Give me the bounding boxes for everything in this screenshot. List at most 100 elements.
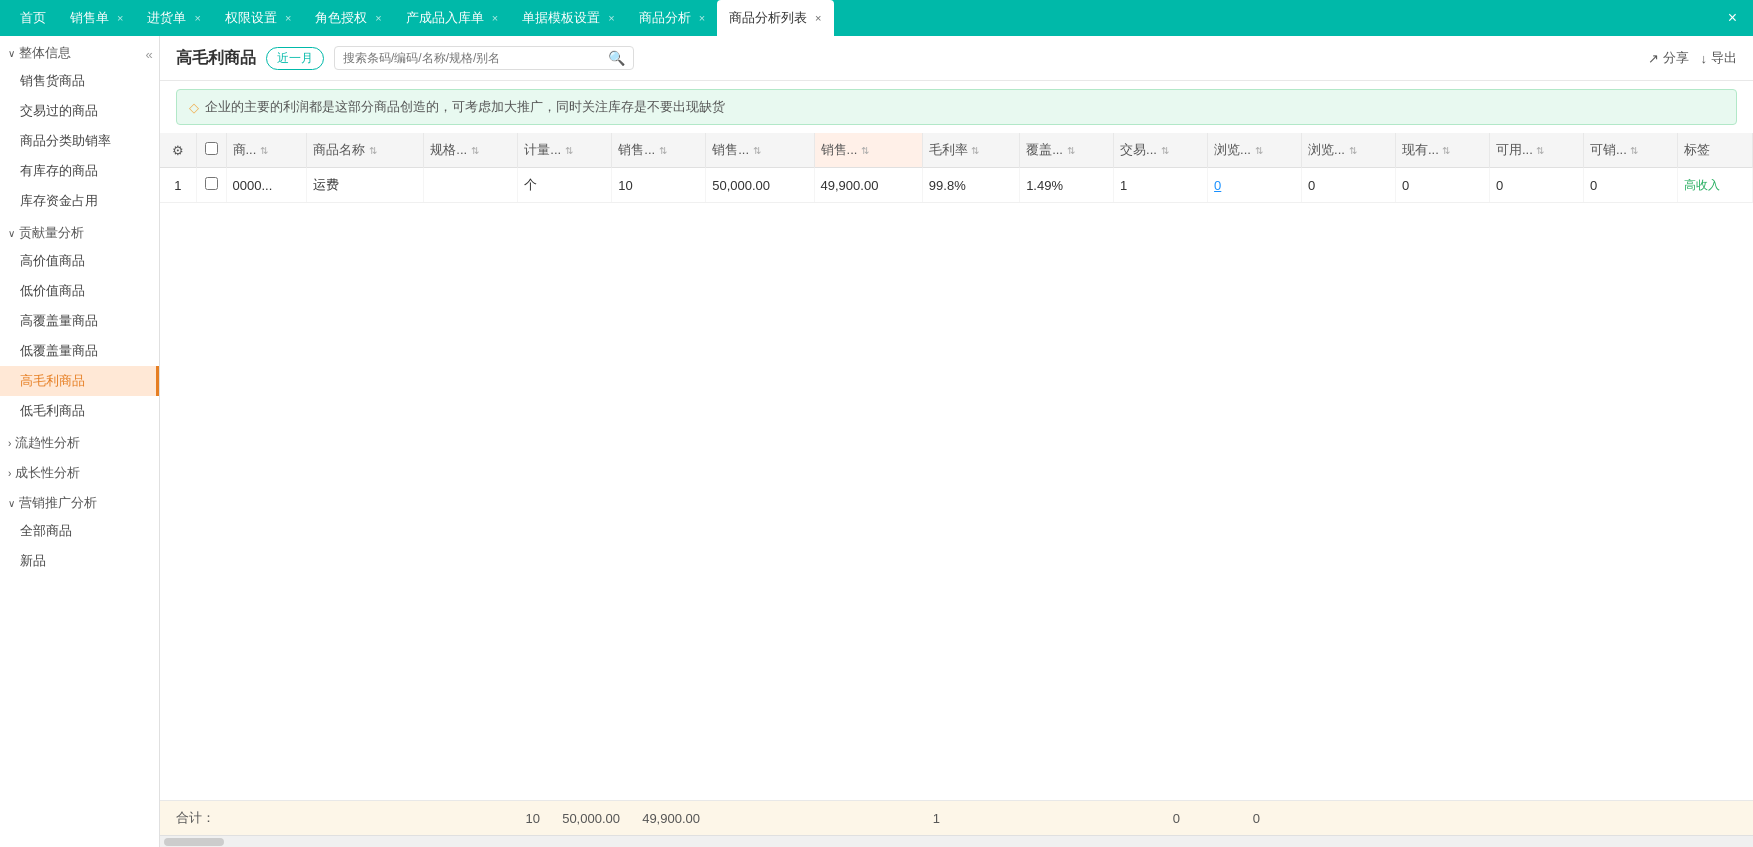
table-row: 1 0000... 运费 个 10 50,000.00 49,900.00 99… [160, 168, 1753, 203]
footer-transactions: 1 [866, 811, 946, 826]
sort-unit-icon: ⇅ [565, 145, 573, 156]
nav-permissions[interactable]: 权限设置 × [213, 0, 303, 36]
cell-sales-qty: 10 [612, 168, 706, 203]
share-icon: ↗ [1648, 51, 1659, 66]
group-contribution-arrow: ∨ [8, 228, 15, 239]
footer-stock-current: 0 [1106, 811, 1186, 826]
col-checkbox[interactable] [196, 133, 226, 168]
col-sales-profit[interactable]: 销售... ⇅ [814, 133, 922, 168]
cell-stock-available: 0 [1489, 168, 1583, 203]
col-settings[interactable]: ⚙ [160, 133, 196, 168]
group-overall-arrow: ∨ [8, 48, 15, 59]
sidebar-item-high-coverage[interactable]: 高覆盖量商品 [0, 306, 159, 336]
nav-sales-order[interactable]: 销售单 × [58, 0, 135, 36]
sidebar-group-trend[interactable]: › 流趋性分析 [0, 426, 159, 456]
sort-spec-icon: ⇅ [471, 145, 479, 156]
sidebar-item-low-margin[interactable]: 低毛利商品 [0, 396, 159, 426]
horizontal-scrollbar[interactable] [160, 835, 1753, 847]
filter-recent-month-button[interactable]: 近一月 [266, 47, 324, 70]
col-spec[interactable]: 规格... ⇅ [424, 133, 518, 168]
content-area: 高毛利商品 近一月 🔍 ↗ 分享 ↓ 导出 ◇ 企业的主要的利润都是这部分商品创… [160, 36, 1753, 847]
cell-checkbox[interactable] [196, 168, 226, 203]
nav-home[interactable]: 首页 [8, 0, 58, 36]
table-header-row: ⚙ 商... ⇅ 商品名称 ⇅ [160, 133, 1753, 168]
cell-spec [424, 168, 518, 203]
search-input[interactable] [343, 51, 608, 65]
nav-product-analysis[interactable]: 商品分析 × [627, 0, 717, 36]
export-button[interactable]: ↓ 导出 [1701, 49, 1738, 67]
col-name[interactable]: 商品名称 ⇅ [307, 133, 424, 168]
sidebar-group-overall[interactable]: ∨ 整体信息 [0, 36, 159, 66]
sidebar-item-low-coverage[interactable]: 低覆盖量商品 [0, 336, 159, 366]
close-product-analysis[interactable]: × [699, 12, 705, 24]
sort-code-icon: ⇅ [260, 145, 268, 156]
col-sales-qty[interactable]: 销售... ⇅ [612, 133, 706, 168]
sidebar-item-category-rate[interactable]: 商品分类助销率 [0, 126, 159, 156]
data-table-container[interactable]: ⚙ 商... ⇅ 商品名称 ⇅ [160, 133, 1753, 800]
footer-label: 合计： [176, 809, 226, 827]
footer-sales-qty: 10 [466, 811, 546, 826]
col-gross-margin[interactable]: 毛利率 ⇅ [922, 133, 1019, 168]
col-coverage[interactable]: 覆盖... ⇅ [1020, 133, 1114, 168]
sidebar-item-all-goods[interactable]: 全部商品 [0, 516, 159, 546]
cell-code: 0000... [226, 168, 307, 203]
sidebar-collapse-button[interactable]: « [139, 44, 159, 64]
close-sales-order[interactable]: × [117, 12, 123, 24]
footer-stock-available: 0 [1186, 811, 1266, 826]
cell-sales-amount: 50,000.00 [706, 168, 814, 203]
sidebar-item-low-value[interactable]: 低价值商品 [0, 276, 159, 306]
close-purchase-order[interactable]: × [194, 12, 200, 24]
nav-product-analysis-list[interactable]: 商品分析列表 × [717, 0, 833, 36]
sort-coverage-icon: ⇅ [1067, 145, 1075, 156]
col-sales-amount[interactable]: 销售... ⇅ [706, 133, 814, 168]
page-title: 高毛利商品 [176, 48, 256, 69]
col-transactions[interactable]: 交易... ⇅ [1114, 133, 1208, 168]
footer-sales-profit: 49,900.00 [626, 811, 706, 826]
cell-tag: 高收入 [1677, 168, 1752, 203]
nav-finished-goods[interactable]: 产成品入库单 × [394, 0, 510, 36]
col-code[interactable]: 商... ⇅ [226, 133, 307, 168]
sort-name-icon: ⇅ [369, 145, 377, 156]
info-icon: ◇ [189, 100, 199, 115]
sidebar-item-sales-goods[interactable]: 销售货商品 [0, 66, 159, 96]
close-template-settings[interactable]: × [608, 12, 614, 24]
sidebar-item-new-goods[interactable]: 新品 [0, 546, 159, 576]
group-trend-arrow: › [8, 438, 11, 449]
col-stock-available[interactable]: 可用... ⇅ [1489, 133, 1583, 168]
sidebar-item-traded-goods[interactable]: 交易过的商品 [0, 96, 159, 126]
col-unit[interactable]: 计量... ⇅ [518, 133, 612, 168]
row-checkbox[interactable] [205, 177, 218, 190]
nav-roles[interactable]: 角色授权 × [303, 0, 393, 36]
sidebar-item-stock-capital[interactable]: 库存资金占用 [0, 186, 159, 216]
scroll-thumb[interactable] [164, 838, 224, 846]
sidebar-group-contribution[interactable]: ∨ 贡献量分析 [0, 216, 159, 246]
sidebar-group-growth[interactable]: › 成长性分析 [0, 456, 159, 486]
nav-purchase-order[interactable]: 进货单 × [135, 0, 212, 36]
sidebar-item-high-margin[interactable]: 高毛利商品 [0, 366, 159, 396]
close-all-tabs[interactable]: × [1720, 9, 1745, 27]
cell-views2: 0 [1302, 168, 1396, 203]
col-views2[interactable]: 浏览... ⇅ [1302, 133, 1396, 168]
cell-views1[interactable]: 0 [1208, 168, 1302, 203]
close-finished-goods[interactable]: × [492, 12, 498, 24]
sidebar-group-marketing[interactable]: ∨ 营销推广分析 [0, 486, 159, 516]
sidebar-item-in-stock[interactable]: 有库存的商品 [0, 156, 159, 186]
share-button[interactable]: ↗ 分享 [1648, 49, 1689, 67]
col-views1[interactable]: 浏览... ⇅ [1208, 133, 1302, 168]
search-icon[interactable]: 🔍 [608, 50, 625, 66]
close-permissions[interactable]: × [285, 12, 291, 24]
select-all-checkbox[interactable] [205, 142, 218, 155]
close-product-analysis-list[interactable]: × [815, 12, 821, 24]
views1-link[interactable]: 0 [1214, 178, 1221, 193]
nav-template-settings[interactable]: 单据模板设置 × [510, 0, 626, 36]
content-header: 高毛利商品 近一月 🔍 ↗ 分享 ↓ 导出 [160, 36, 1753, 81]
sidebar-item-high-value[interactable]: 高价值商品 [0, 246, 159, 276]
search-box: 🔍 [334, 46, 634, 70]
close-roles[interactable]: × [375, 12, 381, 24]
footer-sales-amount: 50,000.00 [546, 811, 626, 826]
sort-views1-icon: ⇅ [1255, 145, 1263, 156]
col-stock-saleable[interactable]: 可销... ⇅ [1583, 133, 1677, 168]
col-stock-current[interactable]: 现有... ⇅ [1396, 133, 1490, 168]
sort-transactions-icon: ⇅ [1161, 145, 1169, 156]
export-icon: ↓ [1701, 51, 1708, 66]
